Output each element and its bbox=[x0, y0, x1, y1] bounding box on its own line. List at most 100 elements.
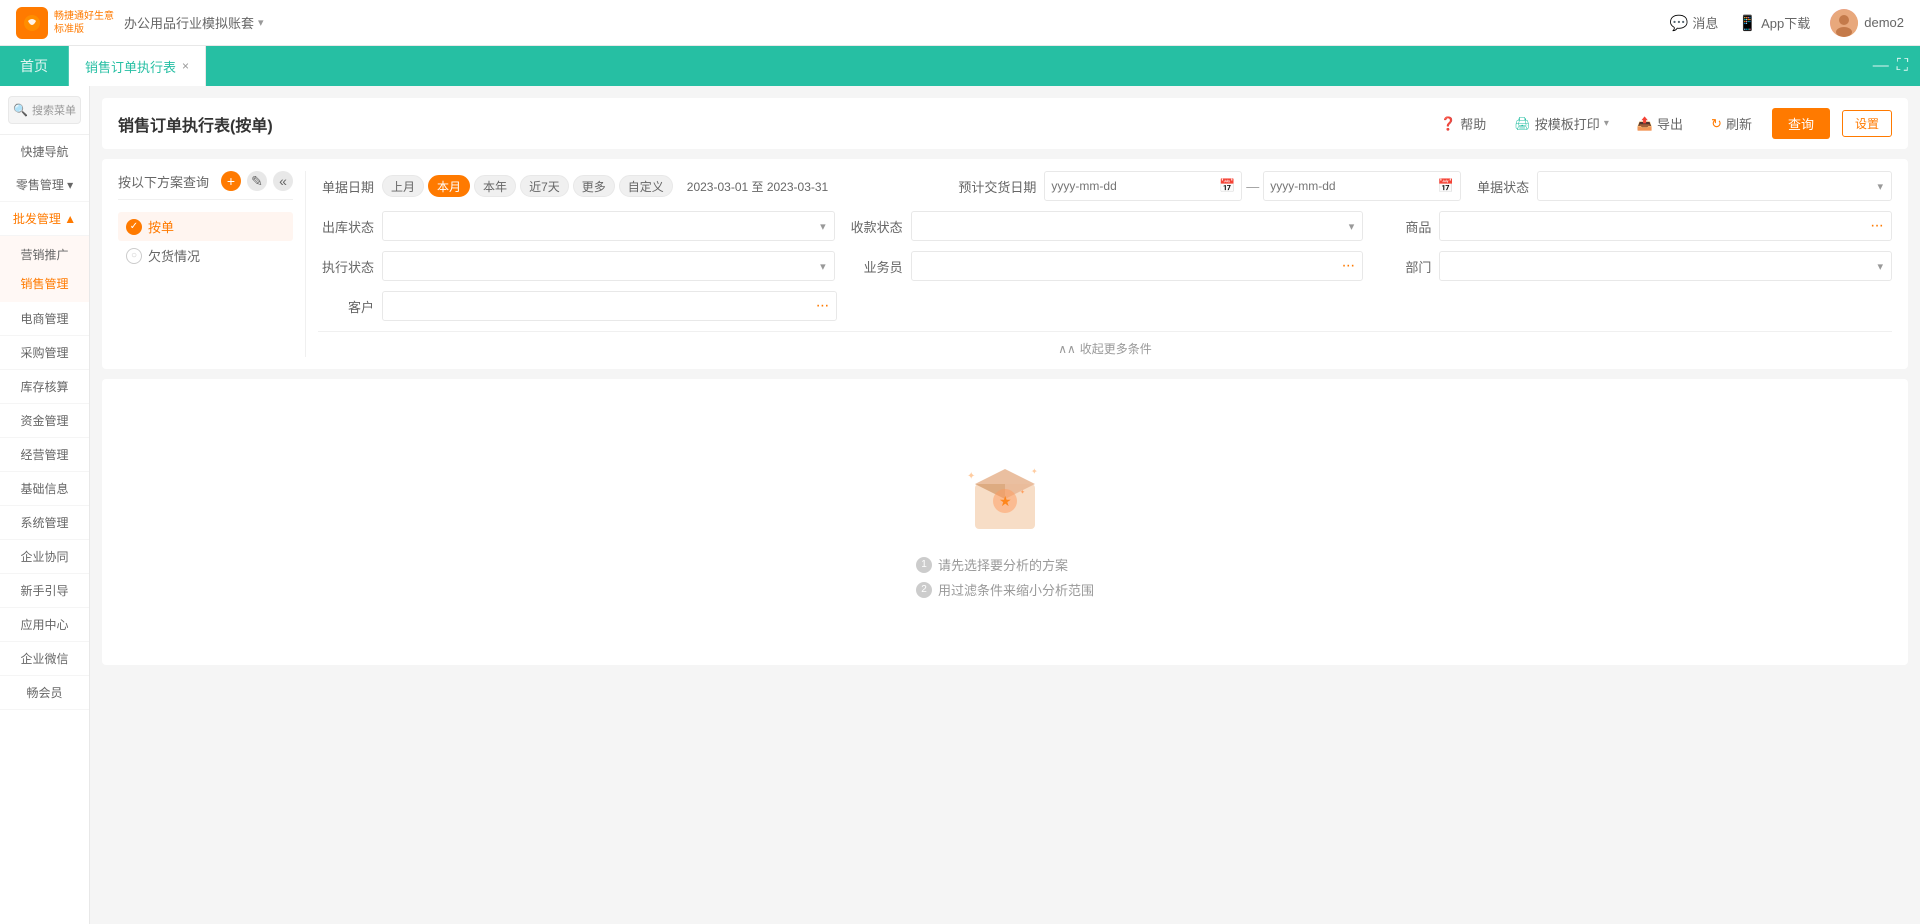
goods-input[interactable] bbox=[1448, 219, 1866, 233]
refresh-btn[interactable]: ↻ 刷新 bbox=[1703, 110, 1760, 137]
scheme-item-by-order[interactable]: ✓ 按单 bbox=[118, 212, 293, 241]
period-custom[interactable]: 自定义 bbox=[619, 175, 673, 197]
sidebar-item-ecommerce[interactable]: 电商管理 bbox=[0, 302, 89, 336]
expected-date-end-box[interactable]: 📅 bbox=[1263, 171, 1461, 201]
collapse-scheme-btn[interactable]: « bbox=[273, 171, 293, 191]
period-tags: 上月 本月 本年 近7天 更多 自定义 bbox=[382, 175, 673, 197]
help-icon: ❓ bbox=[1440, 116, 1456, 132]
salesman-input[interactable] bbox=[920, 259, 1338, 273]
help-btn[interactable]: ❓ 帮助 bbox=[1432, 110, 1494, 137]
message-btn[interactable]: 💬 消息 bbox=[1670, 13, 1719, 32]
tab-home[interactable]: 首页 bbox=[0, 46, 69, 86]
expected-date-start-box[interactable]: 📅 bbox=[1044, 171, 1242, 201]
sidebar-item-guide[interactable]: 新手引导 bbox=[0, 574, 89, 608]
sidebar-item-marketing[interactable]: 营销推广 bbox=[0, 240, 89, 269]
filter-field-dept: 部门 ▾ bbox=[1375, 251, 1892, 281]
sidebar-item-wholesale[interactable]: 批发管理 ▲ bbox=[0, 202, 89, 236]
svg-text:✦: ✦ bbox=[1020, 489, 1025, 496]
sidebar-item-finance[interactable]: 资金管理 bbox=[0, 404, 89, 438]
exec-status-select-box[interactable]: ▾ bbox=[382, 251, 835, 281]
sidebar-item-app-center[interactable]: 应用中心 bbox=[0, 608, 89, 642]
app-download-btn[interactable]: 📱 App下载 bbox=[1738, 13, 1810, 32]
app-download-icon: 📱 bbox=[1738, 14, 1757, 32]
salesman-more-icon[interactable]: ··· bbox=[1341, 257, 1354, 275]
period-more[interactable]: 更多 bbox=[573, 175, 615, 197]
scheme-list-title: 按以下方案查询 bbox=[118, 172, 209, 191]
scheme-active-icon: ✓ bbox=[126, 219, 142, 235]
salesman-input-box[interactable]: ··· bbox=[911, 251, 1364, 281]
bill-status-select-box[interactable]: ▾ bbox=[1537, 171, 1892, 201]
sidebar-item-member[interactable]: 畅会员 bbox=[0, 676, 89, 710]
sidebar-item-retail-label: 零售管理 ▾ bbox=[16, 178, 73, 192]
export-btn[interactable]: 📤 导出 bbox=[1629, 110, 1691, 137]
dept-input[interactable] bbox=[1448, 259, 1873, 273]
user-name: demo2 bbox=[1864, 15, 1904, 30]
customer-input[interactable] bbox=[391, 299, 811, 313]
filter-fields: 单据日期 上月 本月 本年 近7天 更多 自定义 2023-03-01 至 20… bbox=[318, 171, 1892, 357]
sidebar-item-purchase[interactable]: 采购管理 bbox=[0, 336, 89, 370]
logo-icon bbox=[16, 7, 48, 39]
sidebar-search-label: 搜索菜单 bbox=[32, 102, 76, 118]
dept-dropdown-icon: ▾ bbox=[1877, 260, 1883, 273]
expected-date-end-input[interactable] bbox=[1270, 179, 1434, 193]
print-dropdown-icon: ▾ bbox=[1604, 118, 1609, 129]
app-title[interactable]: 办公用品行业模拟账套 ▾ bbox=[124, 13, 264, 32]
filter-row-3: 执行状态 ▾ 业务员 ··· bbox=[318, 251, 1892, 281]
settings-btn[interactable]: 设置 bbox=[1842, 110, 1892, 137]
sidebar-item-system[interactable]: 系统管理 bbox=[0, 506, 89, 540]
tab-close-btn[interactable]: × bbox=[182, 60, 189, 72]
main-layout: 🔍 搜索菜单 快捷导航 零售管理 ▾ 批发管理 ▲ 营销推广 销售管理 电商管理… bbox=[0, 86, 1920, 924]
sidebar-item-collab-label: 企业协同 bbox=[20, 550, 68, 564]
customer-more-icon[interactable]: ··· bbox=[815, 297, 828, 315]
tip-num-2: 2 bbox=[916, 582, 932, 598]
expected-date-start-input[interactable] bbox=[1051, 179, 1215, 193]
sidebar-item-collab[interactable]: 企业协同 bbox=[0, 540, 89, 574]
goods-more-icon[interactable]: ··· bbox=[1870, 217, 1883, 235]
collect-status-select-box[interactable]: ▾ bbox=[911, 211, 1364, 241]
scheme-by-order-label: 按单 bbox=[148, 217, 174, 236]
sidebar-item-inventory[interactable]: 库存核算 bbox=[0, 370, 89, 404]
title-text: 办公用品行业模拟账套 bbox=[124, 13, 254, 32]
tab-maximize-btn[interactable]: ⛶ bbox=[1897, 58, 1908, 74]
collapse-row: ∧∧ 收起更多条件 bbox=[318, 331, 1892, 357]
out-status-input[interactable] bbox=[391, 219, 816, 233]
period-this-year[interactable]: 本年 bbox=[474, 175, 516, 197]
filter-field-goods: 商品 ··· bbox=[1375, 211, 1892, 241]
customer-label: 客户 bbox=[318, 297, 374, 316]
exec-status-input[interactable] bbox=[391, 259, 816, 273]
tab-active-sales-order[interactable]: 销售订单执行表 × bbox=[69, 46, 206, 86]
date-range-display: 2023-03-01 至 2023-03-31 bbox=[687, 178, 828, 195]
add-scheme-btn[interactable]: + bbox=[221, 171, 241, 191]
goods-input-box[interactable]: ··· bbox=[1439, 211, 1892, 241]
period-last-month[interactable]: 上月 bbox=[382, 175, 424, 197]
sidebar-item-basic-info[interactable]: 基础信息 bbox=[0, 472, 89, 506]
filter-body: 按以下方案查询 + ✎ « ✓ 按单 ○ 欠货情况 bbox=[118, 171, 1892, 357]
user-area[interactable]: demo2 bbox=[1830, 9, 1904, 37]
search-btn[interactable]: 查询 bbox=[1772, 108, 1830, 139]
sidebar-item-quick-nav[interactable]: 快捷导航 bbox=[0, 135, 89, 168]
collect-status-input[interactable] bbox=[920, 219, 1345, 233]
sidebar-item-retail[interactable]: 零售管理 ▾ bbox=[0, 168, 89, 202]
sidebar-item-wechat[interactable]: 企业微信 bbox=[0, 642, 89, 676]
out-status-select-box[interactable]: ▾ bbox=[382, 211, 835, 241]
print-btn[interactable]: 🖨 按模板打印 ▾ bbox=[1506, 110, 1617, 137]
edit-scheme-btn[interactable]: ✎ bbox=[247, 171, 267, 191]
print-label: 按模板打印 bbox=[1535, 114, 1600, 133]
dept-select-box[interactable]: ▾ bbox=[1439, 251, 1892, 281]
sidebar-item-operations[interactable]: 经营管理 bbox=[0, 438, 89, 472]
collapse-btn[interactable]: ∧∧ 收起更多条件 bbox=[1058, 340, 1152, 357]
period-7days[interactable]: 近7天 bbox=[520, 175, 569, 197]
customer-input-box[interactable]: ··· bbox=[382, 291, 837, 321]
tab-minimize-btn[interactable]: — bbox=[1873, 58, 1889, 74]
page-header: 销售订单执行表(按单) ❓ 帮助 🖨 按模板打印 ▾ 📤 导出 ↻ 刷新 bbox=[102, 98, 1908, 149]
exec-status-label: 执行状态 bbox=[318, 257, 374, 276]
sidebar-item-system-label: 系统管理 bbox=[20, 516, 68, 530]
content-area: 销售订单执行表(按单) ❓ 帮助 🖨 按模板打印 ▾ 📤 导出 ↻ 刷新 bbox=[90, 86, 1920, 924]
period-this-month[interactable]: 本月 bbox=[428, 175, 470, 197]
bill-status-input[interactable] bbox=[1546, 179, 1873, 193]
refresh-icon: ↻ bbox=[1711, 116, 1722, 132]
sidebar-search-btn[interactable]: 🔍 搜索菜单 bbox=[8, 96, 81, 124]
sidebar-item-marketing-label: 营销推广 bbox=[20, 248, 68, 262]
scheme-item-shortage[interactable]: ○ 欠货情况 bbox=[118, 241, 293, 270]
sidebar-item-sales-mgmt[interactable]: 销售管理 bbox=[0, 269, 89, 298]
